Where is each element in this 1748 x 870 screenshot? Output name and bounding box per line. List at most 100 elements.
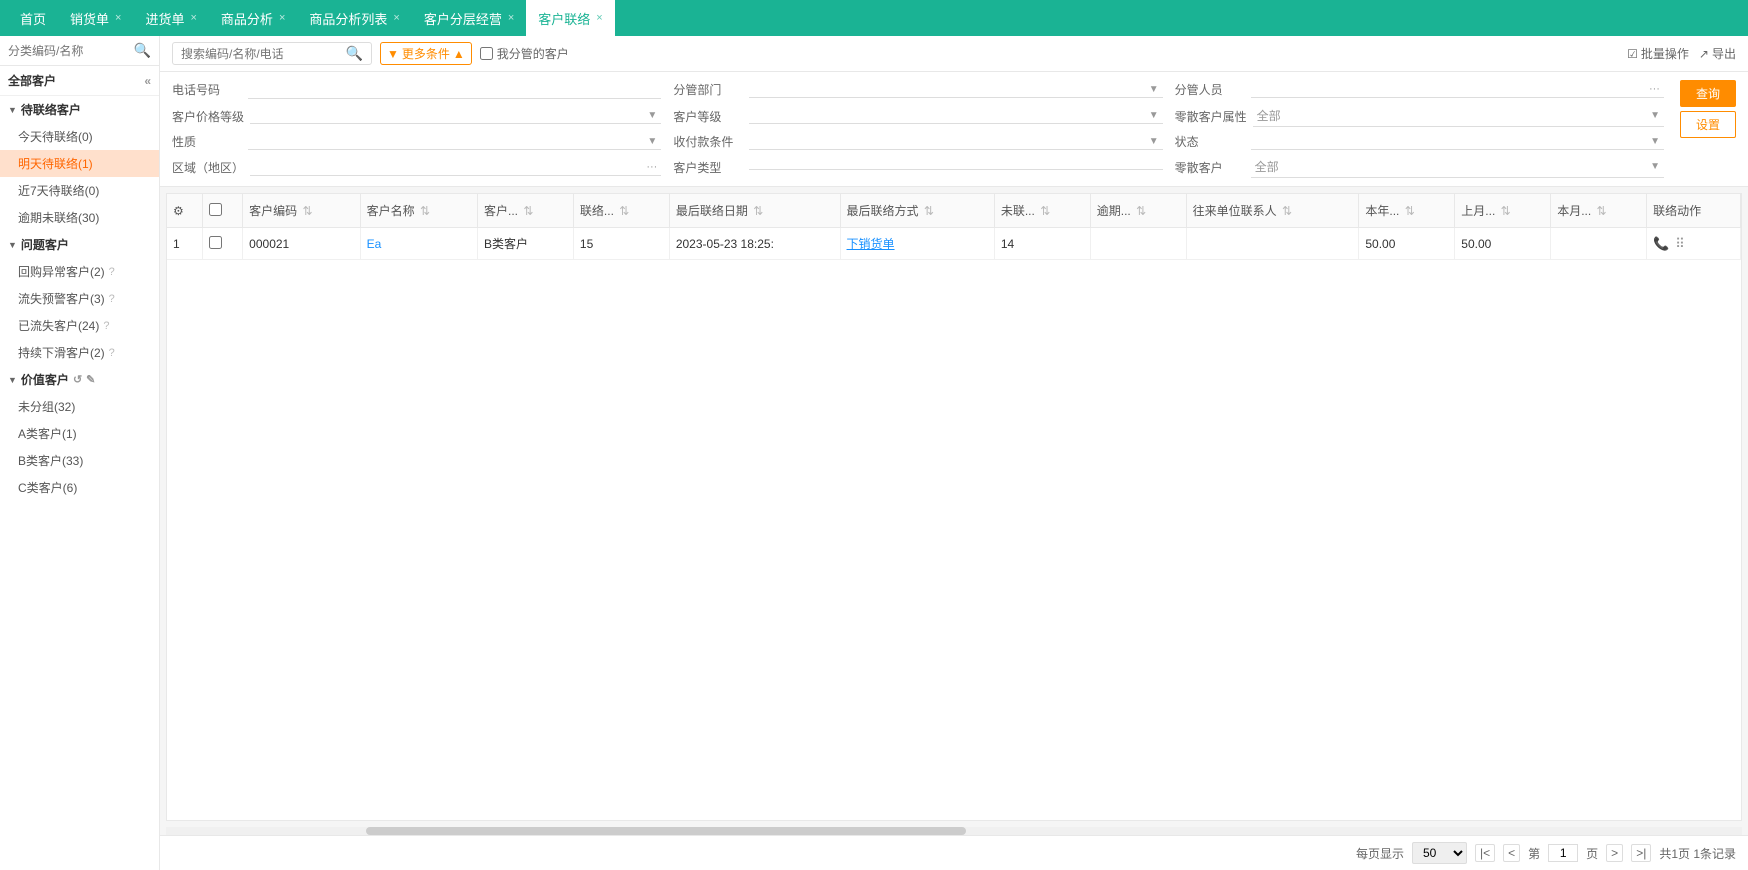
first-page-btn[interactable]: |< bbox=[1475, 844, 1495, 862]
chevron-up-icon: ▲ bbox=[453, 47, 465, 61]
sort-icon[interactable]: ⇅ bbox=[420, 204, 430, 218]
select-all-checkbox[interactable] bbox=[209, 203, 222, 216]
row-select-checkbox[interactable] bbox=[209, 236, 222, 249]
sort-icon[interactable]: ⇅ bbox=[1040, 204, 1050, 218]
filter-payment-select[interactable]: ▼ bbox=[749, 134, 1162, 150]
sidebar-item-ungrouped[interactable]: 未分组(32) bbox=[0, 393, 159, 420]
contact-action-icon[interactable]: 📞 bbox=[1653, 236, 1669, 252]
filter-row-2: 客户价格等级 ▼ 客户等级 ▼ bbox=[172, 105, 1664, 127]
my-customer-checkbox[interactable] bbox=[480, 47, 493, 60]
sort-icon[interactable]: ⇅ bbox=[924, 204, 934, 218]
nav-customer-layered[interactable]: 客户分层经营 × bbox=[412, 0, 526, 36]
sidebar-item-churn-warning[interactable]: 流失预警客户(3) ? bbox=[0, 285, 159, 312]
filter-region-select[interactable]: ··· bbox=[250, 159, 661, 176]
sidebar-item-declining[interactable]: 持续下滑客户(2) ? bbox=[0, 339, 159, 366]
filter-nature-select[interactable]: ▼ bbox=[248, 134, 661, 150]
sort-icon[interactable]: ⇅ bbox=[303, 204, 313, 218]
section-value-customers[interactable]: 价值客户 ↺ ✎ bbox=[0, 366, 159, 393]
filter-scatter-attr-select[interactable]: 全部 ▼ bbox=[1253, 105, 1664, 127]
sort-icon[interactable]: ⇅ bbox=[1405, 204, 1415, 218]
sidebar-search-input[interactable] bbox=[8, 44, 134, 58]
batch-ops-btn[interactable]: ☑ 批量操作 bbox=[1627, 45, 1689, 62]
prev-page-btn[interactable]: < bbox=[1503, 844, 1520, 862]
help-icon[interactable]: ? bbox=[109, 347, 115, 359]
scrollbar-thumb[interactable] bbox=[366, 827, 966, 835]
nav-product-analysis[interactable]: 商品分析 × bbox=[209, 0, 297, 36]
refresh-icon[interactable]: ↺ bbox=[73, 373, 82, 386]
row-last-contact-method[interactable]: 下销货单 bbox=[840, 228, 994, 260]
filter-field-payment: 收付款条件 ▼ bbox=[673, 133, 1162, 150]
filter-row-4: 区域（地区） ··· 客户类型 bbox=[172, 156, 1664, 178]
sidebar-search-icon[interactable]: 🔍 bbox=[134, 42, 151, 59]
table-wrap: ⚙ 客户编码 ⇅ 客户名称 ⇅ 客户... ⇅ bbox=[166, 193, 1742, 821]
nav-close-icon[interactable]: × bbox=[393, 12, 399, 24]
all-customers-header[interactable]: 全部客户 « bbox=[0, 66, 159, 96]
page-input[interactable] bbox=[1548, 844, 1578, 862]
collapse-icon[interactable]: « bbox=[144, 74, 151, 88]
filter-dept-select[interactable]: ▼ bbox=[749, 82, 1162, 98]
next-page-btn[interactable]: > bbox=[1606, 844, 1623, 862]
nav-purchase-order[interactable]: 进货单 × bbox=[133, 0, 208, 36]
sidebar-item-c-class[interactable]: C类客户(6) bbox=[0, 474, 159, 501]
sidebar-item-a-class[interactable]: A类客户(1) bbox=[0, 420, 159, 447]
last-page-btn[interactable]: >| bbox=[1631, 844, 1651, 862]
more-filter-btn[interactable]: ▼ 更多条件 ▲ bbox=[380, 42, 472, 65]
set-button[interactable]: 设置 bbox=[1680, 111, 1736, 138]
filter-manager-select[interactable]: ··· bbox=[1251, 81, 1664, 98]
help-icon[interactable]: ? bbox=[109, 293, 115, 305]
table-row: 1 000021 Ea B类客户 15 2023-05-23 18:25: 下销… bbox=[167, 228, 1741, 260]
chevron-down-icon: ▼ bbox=[1149, 136, 1159, 147]
filter-price-level-select[interactable]: ▼ bbox=[250, 108, 661, 124]
filter-nature-label: 性质 bbox=[172, 133, 242, 150]
section-problem-customers[interactable]: 问题客户 bbox=[0, 231, 159, 258]
sort-icon[interactable]: ⇅ bbox=[1136, 204, 1146, 218]
search-icon[interactable]: 🔍 bbox=[346, 45, 363, 62]
filter-customer-level-select[interactable]: ▼ bbox=[749, 108, 1162, 124]
sidebar-item-b-class[interactable]: B类客户(33) bbox=[0, 447, 159, 474]
filter-field-manager: 分管人员 ··· bbox=[1175, 81, 1664, 98]
filter-phone-input[interactable] bbox=[248, 80, 661, 99]
help-icon[interactable]: ? bbox=[109, 266, 115, 278]
sort-icon[interactable]: ⇅ bbox=[753, 204, 763, 218]
sort-icon[interactable]: ⇅ bbox=[523, 204, 533, 218]
per-page-select[interactable]: 50 100 200 bbox=[1412, 842, 1467, 864]
horizontal-scrollbar[interactable] bbox=[166, 827, 1742, 835]
col-uncontacted: 未联... ⇅ bbox=[994, 194, 1090, 228]
filter-scatter-customer-select[interactable]: 全部 ▼ bbox=[1251, 156, 1664, 178]
sidebar-item-today-contact[interactable]: 今天待联络(0) bbox=[0, 123, 159, 150]
row-name[interactable]: Ea bbox=[360, 228, 477, 260]
nav-close-icon[interactable]: × bbox=[190, 12, 196, 24]
nav-product-analysis-list[interactable]: 商品分析列表 × bbox=[297, 0, 411, 36]
sidebar-item-repurchase-abnormal[interactable]: 回购异常客户(2) ? bbox=[0, 258, 159, 285]
row-last-contact-date: 2023-05-23 18:25: bbox=[669, 228, 840, 260]
sort-icon[interactable]: ⇅ bbox=[619, 204, 629, 218]
filter-customer-type-select[interactable] bbox=[749, 165, 1162, 170]
nav-sales-order[interactable]: 销货单 × bbox=[58, 0, 133, 36]
sidebar-item-tomorrow-contact[interactable]: 明天待联络(1) bbox=[0, 150, 159, 177]
sort-icon[interactable]: ⇅ bbox=[1501, 204, 1511, 218]
per-page-label: 每页显示 bbox=[1356, 845, 1404, 862]
sort-icon[interactable]: ⇅ bbox=[1282, 204, 1292, 218]
sidebar-item-overdue-contact[interactable]: 逾期未联络(30) bbox=[0, 204, 159, 231]
filter-row-1: 电话号码 分管部门 ▼ 分管人员 bbox=[172, 80, 1664, 99]
sidebar-item-churned[interactable]: 已流失客户(24) ? bbox=[0, 312, 159, 339]
sidebar-item-7days-contact[interactable]: 近7天待联络(0) bbox=[0, 177, 159, 204]
col-settings[interactable]: ⚙ bbox=[167, 194, 203, 228]
nav-home[interactable]: 首页 bbox=[8, 0, 58, 36]
search-input[interactable] bbox=[181, 47, 346, 61]
export-btn[interactable]: ↗ 导出 bbox=[1699, 45, 1736, 62]
nav-close-icon[interactable]: × bbox=[279, 12, 285, 24]
nav-close-icon[interactable]: × bbox=[115, 12, 121, 24]
query-button[interactable]: 查询 bbox=[1680, 80, 1736, 107]
col-last-month: 上月... ⇅ bbox=[1455, 194, 1551, 228]
help-icon[interactable]: ? bbox=[103, 320, 109, 332]
more-action-icon[interactable]: ⠿ bbox=[1675, 236, 1685, 252]
nav-close-icon[interactable]: × bbox=[596, 12, 602, 24]
col-checkbox bbox=[203, 194, 243, 228]
nav-close-icon[interactable]: × bbox=[508, 12, 514, 24]
nav-customer-contact[interactable]: 客户联络 × bbox=[526, 0, 614, 36]
sort-icon[interactable]: ⇅ bbox=[1597, 204, 1607, 218]
section-pending-contact[interactable]: 待联络客户 bbox=[0, 96, 159, 123]
edit-icon[interactable]: ✎ bbox=[86, 373, 95, 386]
filter-status-select[interactable]: ▼ bbox=[1251, 134, 1664, 150]
